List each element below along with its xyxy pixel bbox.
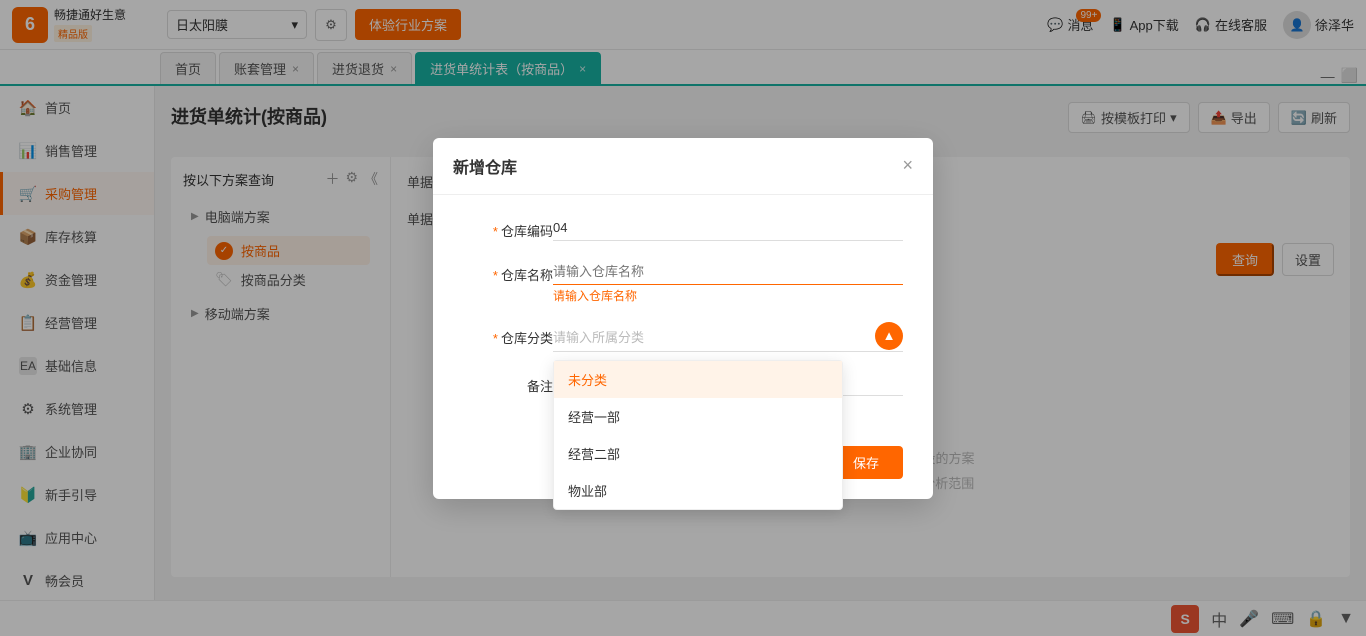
name-label: 仓库名称	[463, 259, 553, 284]
form-row-category: 仓库分类 请输入所属分类 ▲ 未分类 经营一部 经营二部 物业部	[463, 322, 903, 352]
modal-close-button[interactable]: ×	[902, 155, 913, 176]
chevron-up-icon: ▲	[883, 328, 896, 343]
dropdown-item-dept2[interactable]: 经营二部	[554, 435, 842, 472]
note-label: 备注	[463, 370, 553, 395]
modal-overlay: 新增仓库 × 仓库编码 仓库名称 请输入仓库名称 仓库分类	[0, 0, 1366, 636]
category-field: 请输入所属分类 ▲ 未分类 经营一部 经营二部 物业部	[553, 322, 903, 352]
new-warehouse-modal: 新增仓库 × 仓库编码 仓库名称 请输入仓库名称 仓库分类	[433, 138, 933, 499]
name-field: 请输入仓库名称	[553, 259, 903, 304]
name-error-msg: 请输入仓库名称	[553, 287, 903, 304]
dropdown-item-dept1[interactable]: 经营一部	[554, 398, 842, 435]
category-label: 仓库分类	[463, 322, 553, 347]
category-dropdown-list: 未分类 经营一部 经营二部 物业部	[553, 360, 843, 510]
category-select[interactable]: 请输入所属分类	[553, 322, 903, 352]
form-row-name: 仓库名称 请输入仓库名称	[463, 259, 903, 304]
modal-title: 新增仓库	[453, 154, 517, 178]
category-placeholder: 请输入所属分类	[553, 327, 644, 346]
code-field	[553, 215, 903, 241]
code-label: 仓库编码	[463, 215, 553, 240]
modal-header: 新增仓库 ×	[433, 138, 933, 195]
modal-body: 仓库编码 仓库名称 请输入仓库名称 仓库分类 请输入所属分类	[433, 195, 933, 434]
name-input[interactable]	[553, 259, 903, 285]
dropdown-item-property[interactable]: 物业部	[554, 472, 842, 509]
dropdown-item-unclassified[interactable]: 未分类	[554, 361, 842, 398]
form-row-code: 仓库编码	[463, 215, 903, 241]
code-input[interactable]	[553, 215, 903, 241]
category-dropdown-toggle[interactable]: ▲	[875, 322, 903, 350]
